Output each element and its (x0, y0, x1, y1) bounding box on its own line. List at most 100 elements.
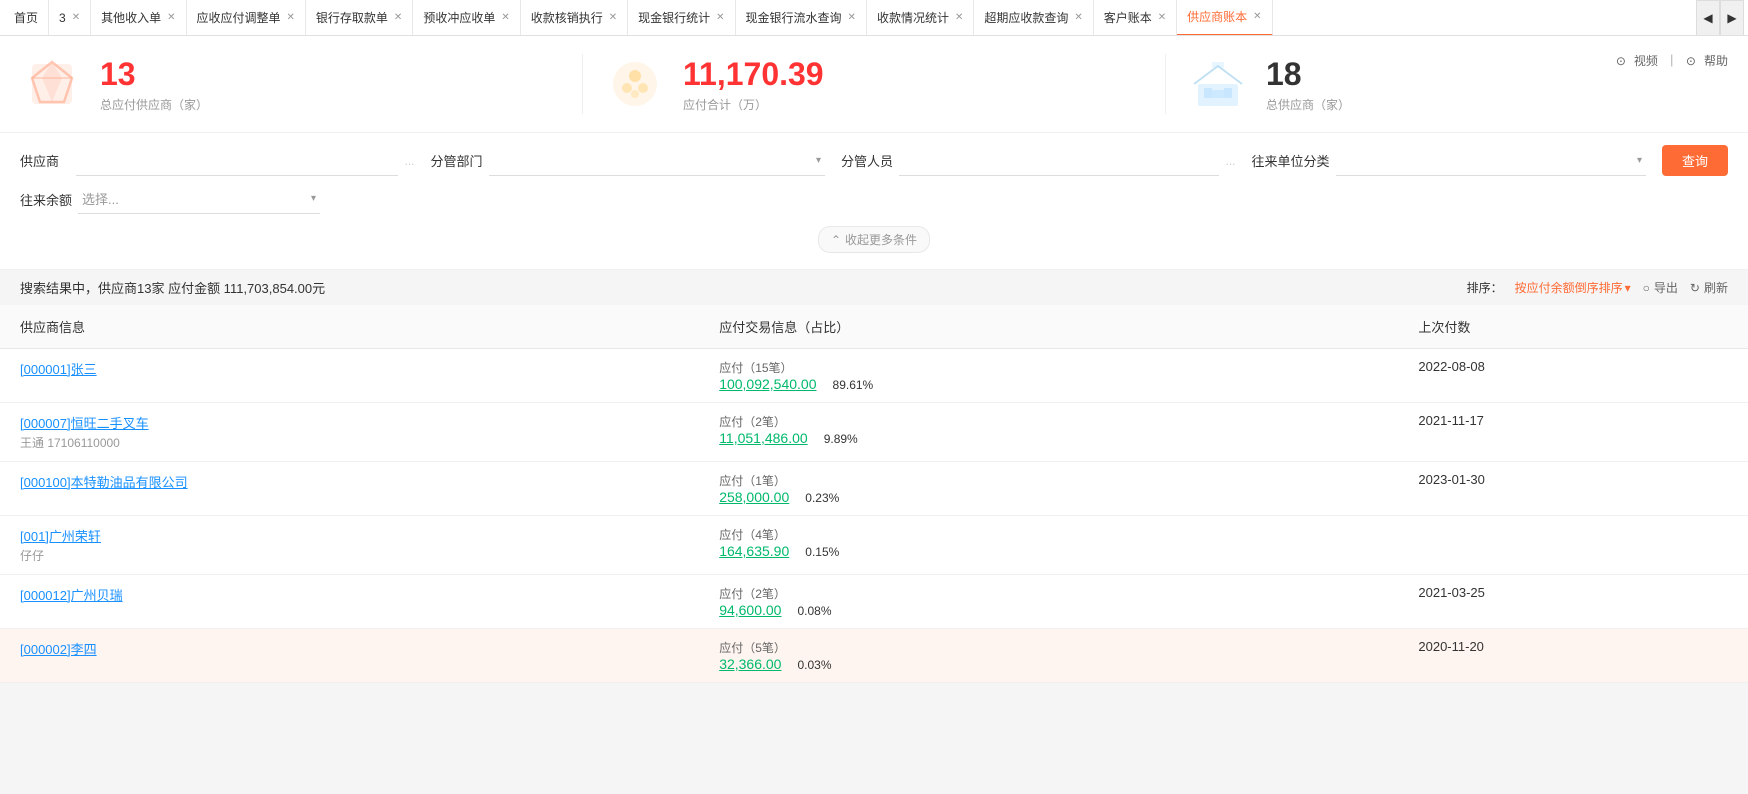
nav-tab-customer-ledger[interactable]: 客户账本 ✕ (1094, 0, 1177, 36)
filter-item-balance: 往来余额 选择... ▾ (20, 184, 320, 214)
top-navigation: 首页 3 ✕ 其他收入单 ✕ 应收应付调整单 ✕ 银行存取款单 ✕ 预收冲应收单… (0, 0, 1748, 36)
nav-tab-prepay[interactable]: 预收冲应收单 ✕ (413, 0, 520, 36)
collapse-button[interactable]: ⌃ 收起更多条件 (818, 226, 930, 253)
col-header-supplier: 供应商信息 (0, 305, 699, 349)
department-filter-label: 分管部门 (431, 151, 483, 170)
unit-type-filter-label: 往来单位分类 (1252, 151, 1330, 170)
unit-type-select[interactable]: ▾ (1336, 146, 1646, 176)
export-icon: ○ (1643, 281, 1650, 295)
supplier-input[interactable] (76, 146, 398, 176)
last-payment-date: 2020-11-20 (1418, 639, 1484, 654)
close-icon[interactable]: ✕ (609, 12, 617, 23)
video-link[interactable]: 视频 (1634, 52, 1658, 69)
last-payment-date: 2021-03-25 (1418, 585, 1485, 600)
stat-block-suppliers: 13 总应付供应商（家） (20, 52, 562, 116)
transaction-percent: 0.15% (805, 545, 839, 559)
supplier-link[interactable]: [001]广州荣轩 (20, 529, 101, 544)
transaction-amount[interactable]: 100,092,540.00 (719, 376, 816, 392)
nav-tab-overdue[interactable]: 超期应收款查询 ✕ (974, 0, 1093, 36)
transaction-percent: 89.61% (833, 378, 874, 392)
close-icon[interactable]: ✕ (1158, 12, 1166, 23)
supplier-link[interactable]: [000007]恒旺二手叉车 (20, 416, 149, 431)
last-payment-cell: 2020-11-20 (1398, 629, 1748, 683)
person-input[interactable] (899, 146, 1219, 176)
nav-tab-other-income[interactable]: 其他收入单 ✕ (91, 0, 186, 36)
last-payment-date: 2023-01-30 (1418, 472, 1485, 487)
close-icon[interactable]: ✕ (167, 12, 175, 23)
supplier-cell: [000001]张三 (0, 349, 699, 403)
table-header: 供应商信息 应付交易信息（占比） 上次付数 (0, 305, 1748, 349)
supplier-filter-label: 供应商 (20, 151, 70, 170)
stat-info-suppliers: 13 总应付供应商（家） (100, 55, 208, 112)
stat-label-amount: 应付合计（万） (683, 96, 824, 113)
refresh-button[interactable]: ↻ 刷新 (1690, 279, 1728, 296)
department-select[interactable]: ▾ (489, 146, 825, 176)
close-icon[interactable]: ✕ (955, 12, 963, 23)
transaction-amount[interactable]: 11,051,486.00 (719, 430, 808, 446)
transaction-amount[interactable]: 94,600.00 (719, 602, 781, 618)
balance-select[interactable]: 选择... ▾ (78, 184, 320, 214)
table-row: [000100]本特勒油品有限公司 应付（1笔） 258,000.00 0.23… (0, 462, 1748, 516)
nav-tab-ar-ap-adjust[interactable]: 应收应付调整单 ✕ (187, 0, 306, 36)
stat-number-suppliers: 13 (100, 55, 208, 93)
chevron-down-icon: ▾ (816, 155, 821, 166)
table-header-row: 供应商信息 应付交易信息（占比） 上次付数 (0, 305, 1748, 349)
transaction-percent: 0.08% (797, 604, 831, 618)
search-button[interactable]: 查询 (1662, 145, 1728, 176)
close-icon[interactable]: ✕ (72, 12, 80, 23)
video-icon: ⊙ (1616, 54, 1626, 68)
data-table: 供应商信息 应付交易信息（占比） 上次付数 [000001]张三 应付（15笔）… (0, 305, 1748, 683)
close-icon[interactable]: ✕ (287, 12, 295, 23)
person-filter-label: 分管人员 (841, 151, 893, 170)
nav-arrows: ◀ ▶ (1696, 0, 1744, 36)
transaction-cell: 应付（2笔） 11,051,486.00 9.89% (699, 403, 1398, 462)
last-payment-cell (1398, 516, 1748, 575)
nav-tab-payment-exec[interactable]: 收款核销执行 ✕ (521, 0, 628, 36)
nav-tab-cash-flow[interactable]: 现金银行流水查询 ✕ (736, 0, 867, 36)
stat-label-suppliers: 总应付供应商（家） (100, 96, 208, 113)
export-button[interactable]: ○ 导出 (1643, 279, 1678, 296)
supplier-link[interactable]: [000012]广州贝瑞 (20, 588, 123, 603)
close-icon[interactable]: ✕ (848, 12, 856, 23)
nav-tab-bank[interactable]: 银行存取款单 ✕ (306, 0, 413, 36)
nav-tab-payment-stat[interactable]: 收款情况统计 ✕ (867, 0, 974, 36)
nav-tab-home[interactable]: 首页 (4, 0, 49, 36)
transaction-label: 应付（5笔） (719, 639, 1378, 656)
supplier-link[interactable]: [000002]李四 (20, 642, 97, 657)
nav-tab-cash-stat[interactable]: 现金银行统计 ✕ (628, 0, 735, 36)
close-icon[interactable]: ✕ (501, 12, 509, 23)
table-row: [001]广州荣轩 仔仔 应付（4笔） 164,635.90 0.15% (0, 516, 1748, 575)
supplier-cell: [000007]恒旺二手叉车 王通 17106110000 (0, 403, 699, 462)
supplier-link[interactable]: [000100]本特勒油品有限公司 (20, 475, 188, 490)
supplier-link[interactable]: [000001]张三 (20, 362, 97, 377)
nav-prev-arrow[interactable]: ◀ (1696, 0, 1720, 36)
last-payment-cell: 2021-11-17 (1398, 403, 1748, 462)
close-icon[interactable]: ✕ (716, 12, 724, 23)
supplier-cell: [000100]本特勒油品有限公司 (0, 462, 699, 516)
table-row: [000012]广州贝瑞 应付（2笔） 94,600.00 0.08% 2021… (0, 575, 1748, 629)
table-row: [000001]张三 应付（15笔） 100,092,540.00 89.61%… (0, 349, 1748, 403)
transaction-percent: 0.23% (805, 491, 839, 505)
transaction-percent: 0.03% (797, 658, 831, 672)
last-payment-cell: 2021-03-25 (1398, 575, 1748, 629)
close-icon[interactable]: ✕ (1253, 11, 1261, 22)
last-payment-cell: 2023-01-30 (1398, 462, 1748, 516)
stat-info-amount: 11,170.39 应付合计（万） (683, 55, 824, 112)
help-link[interactable]: 帮助 (1704, 52, 1728, 69)
sort-select[interactable]: 按应付余额倒序排序 ▾ (1515, 279, 1631, 296)
results-bar: 搜索结果中，供应商13家 应付金额 111,703,854.00元 排序： 按应… (0, 270, 1748, 305)
transaction-cell: 应付（2笔） 94,600.00 0.08% (699, 575, 1398, 629)
nav-tab-3[interactable]: 3 ✕ (49, 0, 91, 36)
refresh-icon: ↻ (1690, 281, 1700, 295)
table-body: [000001]张三 应付（15笔） 100,092,540.00 89.61%… (0, 349, 1748, 683)
close-icon[interactable]: ✕ (394, 12, 402, 23)
nav-tab-supplier-ledger[interactable]: 供应商账本 ✕ (1177, 0, 1272, 36)
nav-next-arrow[interactable]: ▶ (1720, 0, 1744, 36)
transaction-label: 应付（2笔） (719, 413, 1378, 430)
chevron-down-icon: ▾ (311, 193, 316, 204)
col-header-transaction: 应付交易信息（占比） (699, 305, 1398, 349)
close-icon[interactable]: ✕ (1074, 12, 1082, 23)
transaction-amount[interactable]: 258,000.00 (719, 489, 789, 505)
transaction-amount[interactable]: 32,366.00 (719, 656, 781, 672)
transaction-amount[interactable]: 164,635.90 (719, 543, 789, 559)
